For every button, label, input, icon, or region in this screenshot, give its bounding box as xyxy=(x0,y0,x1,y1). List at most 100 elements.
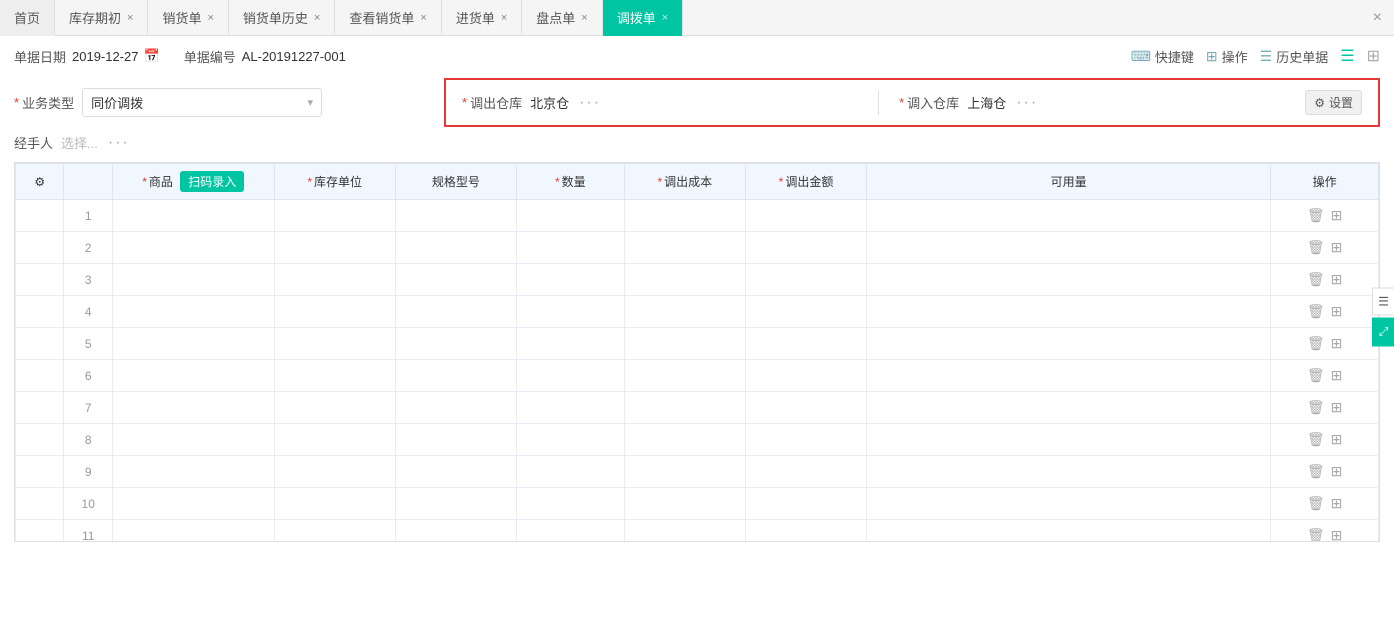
tab-sales-history[interactable]: 销货单历史 × xyxy=(229,0,335,36)
gear-settings-icon[interactable]: ⚙ xyxy=(34,175,45,189)
delete-icon[interactable]: 🗑 xyxy=(1307,303,1325,320)
transfer-cost-cell[interactable] xyxy=(624,360,745,392)
product-cell[interactable] xyxy=(112,392,274,424)
spec-cell[interactable] xyxy=(395,328,516,360)
qty-cell[interactable] xyxy=(516,232,624,264)
delete-icon[interactable]: 🗑 xyxy=(1307,335,1325,352)
scan-button[interactable]: 扫码录入 xyxy=(180,171,244,192)
transfer-cost-cell[interactable] xyxy=(624,456,745,488)
history-button[interactable]: ☰ 历史单据 xyxy=(1260,47,1329,66)
delete-icon[interactable]: 🗑 xyxy=(1307,207,1325,224)
copy-icon[interactable]: ⊞ xyxy=(1331,367,1343,384)
delete-icon[interactable]: 🗑 xyxy=(1307,271,1325,288)
manager-more-icon[interactable]: ··· xyxy=(108,134,130,152)
delete-icon[interactable]: 🗑 xyxy=(1307,463,1325,480)
unit-cell[interactable] xyxy=(274,424,395,456)
copy-icon[interactable]: ⊞ xyxy=(1331,399,1343,416)
transfer-amount-cell[interactable] xyxy=(745,232,866,264)
unit-cell[interactable] xyxy=(274,328,395,360)
transfer-amount-cell[interactable] xyxy=(745,200,866,232)
delete-icon[interactable]: 🗑 xyxy=(1307,399,1325,416)
qty-cell[interactable] xyxy=(516,488,624,520)
product-cell[interactable] xyxy=(112,360,274,392)
tab-view-sales[interactable]: 查看销货单 × xyxy=(335,0,441,36)
transfer-cost-cell[interactable] xyxy=(624,296,745,328)
spec-cell[interactable] xyxy=(395,232,516,264)
tab-purchase-close[interactable]: × xyxy=(501,12,507,24)
transfer-amount-cell[interactable] xyxy=(745,392,866,424)
transfer-in-more-icon[interactable]: ··· xyxy=(1016,94,1038,112)
tab-inventory-init[interactable]: 库存期初 × xyxy=(55,0,148,36)
copy-icon[interactable]: ⊞ xyxy=(1331,463,1343,480)
copy-icon[interactable]: ⊞ xyxy=(1331,495,1343,512)
product-cell[interactable] xyxy=(112,232,274,264)
transfer-cost-cell[interactable] xyxy=(624,200,745,232)
unit-cell[interactable] xyxy=(274,520,395,543)
transfer-cost-cell[interactable] xyxy=(624,392,745,424)
delete-icon[interactable]: 🗑 xyxy=(1307,367,1325,384)
tab-sales-history-close[interactable]: × xyxy=(314,12,320,24)
product-cell[interactable] xyxy=(112,200,274,232)
spec-cell[interactable] xyxy=(395,392,516,424)
unit-cell[interactable] xyxy=(274,264,395,296)
copy-icon[interactable]: ⊞ xyxy=(1331,431,1343,448)
qty-cell[interactable] xyxy=(516,456,624,488)
product-cell[interactable] xyxy=(112,488,274,520)
calendar-icon[interactable]: 📅 xyxy=(144,48,160,64)
delete-icon[interactable]: 🗑 xyxy=(1307,239,1325,256)
product-cell[interactable] xyxy=(112,296,274,328)
transfer-out-more-icon[interactable]: ··· xyxy=(579,94,601,112)
unit-cell[interactable] xyxy=(274,392,395,424)
qty-cell[interactable] xyxy=(516,328,624,360)
window-close-button[interactable]: × xyxy=(1361,0,1394,36)
transfer-cost-cell[interactable] xyxy=(624,424,745,456)
spec-cell[interactable] xyxy=(395,264,516,296)
right-panel-list-btn[interactable]: ☰ xyxy=(1372,288,1394,316)
tab-transfer-close[interactable]: × xyxy=(662,12,668,24)
transfer-cost-cell[interactable] xyxy=(624,264,745,296)
qty-cell[interactable] xyxy=(516,200,624,232)
transfer-cost-cell[interactable] xyxy=(624,488,745,520)
spec-cell[interactable] xyxy=(395,424,516,456)
copy-icon[interactable]: ⊞ xyxy=(1331,207,1343,224)
spec-cell[interactable] xyxy=(395,456,516,488)
product-cell[interactable] xyxy=(112,520,274,543)
transfer-cost-cell[interactable] xyxy=(624,232,745,264)
delete-icon[interactable]: 🗑 xyxy=(1307,495,1325,512)
transfer-amount-cell[interactable] xyxy=(745,360,866,392)
right-panel-expand-btn[interactable]: ⤢ xyxy=(1372,318,1394,347)
transfer-amount-cell[interactable] xyxy=(745,264,866,296)
layout-button-grid[interactable]: ⊞ xyxy=(1367,46,1380,66)
tab-stocktake[interactable]: 盘点单 × xyxy=(522,0,602,36)
col-gear[interactable]: ⚙ xyxy=(16,164,64,200)
transfer-out-value[interactable]: 北京仓 xyxy=(530,93,569,112)
transfer-amount-cell[interactable] xyxy=(745,296,866,328)
transfer-amount-cell[interactable] xyxy=(745,488,866,520)
operations-button[interactable]: ⊞ 操作 xyxy=(1206,47,1248,66)
product-cell[interactable] xyxy=(112,264,274,296)
tab-home[interactable]: 首页 xyxy=(0,0,55,36)
tab-sales-order[interactable]: 销货单 × xyxy=(148,0,228,36)
tab-stocktake-close[interactable]: × xyxy=(581,12,587,24)
transfer-amount-cell[interactable] xyxy=(745,328,866,360)
product-cell[interactable] xyxy=(112,328,274,360)
biz-type-select[interactable]: 同价调拨 ▾ xyxy=(82,88,322,117)
transfer-amount-cell[interactable] xyxy=(745,520,866,543)
unit-cell[interactable] xyxy=(274,488,395,520)
product-cell[interactable] xyxy=(112,424,274,456)
unit-cell[interactable] xyxy=(274,232,395,264)
delete-icon[interactable]: 🗑 xyxy=(1307,431,1325,448)
transfer-amount-cell[interactable] xyxy=(745,424,866,456)
unit-cell[interactable] xyxy=(274,456,395,488)
tab-inventory-init-close[interactable]: × xyxy=(127,12,133,24)
manager-select[interactable]: 选择... xyxy=(61,133,98,152)
unit-cell[interactable] xyxy=(274,360,395,392)
transfer-cost-cell[interactable] xyxy=(624,520,745,543)
qty-cell[interactable] xyxy=(516,360,624,392)
qty-cell[interactable] xyxy=(516,520,624,543)
shortcut-button[interactable]: ⌨ 快捷键 xyxy=(1131,47,1194,66)
product-cell[interactable] xyxy=(112,456,274,488)
qty-cell[interactable] xyxy=(516,392,624,424)
spec-cell[interactable] xyxy=(395,200,516,232)
copy-icon[interactable]: ⊞ xyxy=(1331,303,1343,320)
